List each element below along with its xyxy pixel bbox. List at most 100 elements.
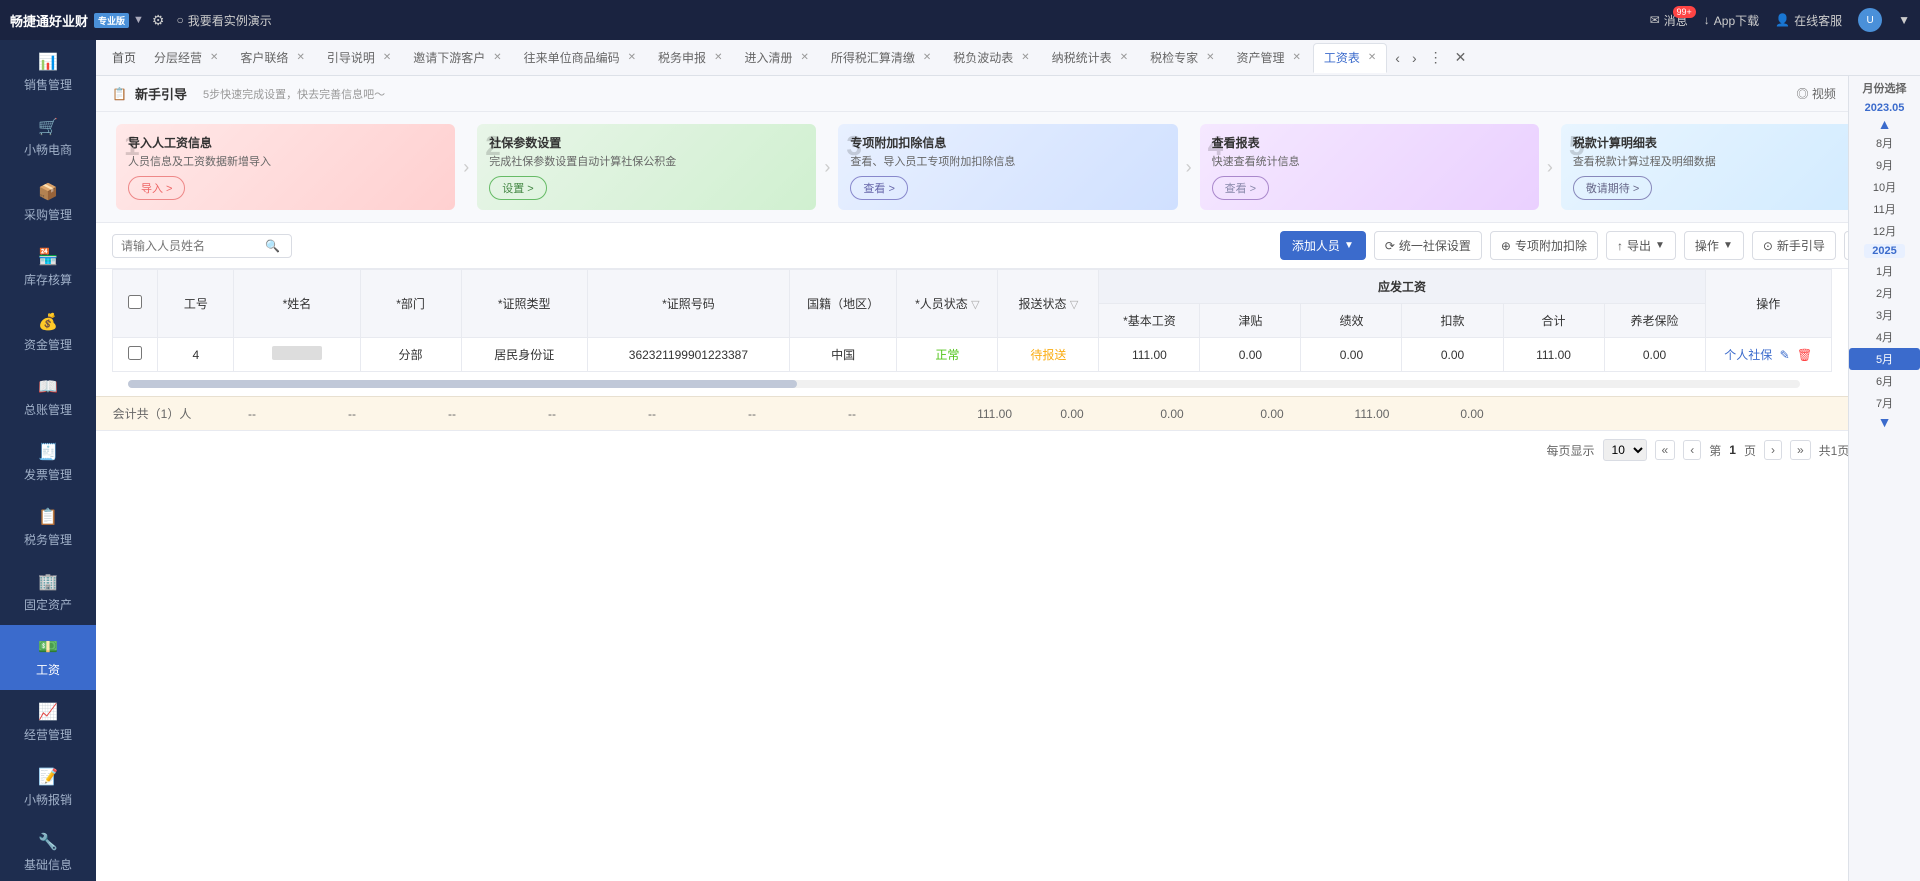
tab-tax-exempt[interactable]: 税负波动表 ✕ <box>943 43 1039 73</box>
horizontal-scrollbar[interactable] <box>128 380 1800 388</box>
sidebar-item-operation[interactable]: 📈 经营管理 <box>0 690 96 755</box>
close-tab-asset[interactable]: ✕ <box>1293 52 1301 63</box>
sidebar-item-invoice[interactable]: 🧾 发票管理 <box>0 430 96 495</box>
page-last-button[interactable]: » <box>1790 440 1811 460</box>
add-staff-button[interactable]: 添加人员 ▼ <box>1280 231 1366 260</box>
tab-prev-button[interactable]: ‹ <box>1389 48 1406 68</box>
select-all-checkbox[interactable] <box>128 295 142 309</box>
account-dropdown[interactable]: ▼ <box>133 14 144 26</box>
close-tab-customer[interactable]: ✕ <box>296 52 304 63</box>
sidebar-item-sales[interactable]: 📊 销售管理 <box>0 40 96 105</box>
tab-partition[interactable]: 分层经营 ✕ <box>144 43 228 73</box>
close-tab-tax-expert[interactable]: ✕ <box>1206 52 1214 63</box>
month-8[interactable]: 8月 <box>1849 132 1920 154</box>
sidebar-item-ecommerce[interactable]: 🛒 小畅电商 <box>0 105 96 170</box>
unified-social-button[interactable]: ⟳ 统一社保设置 <box>1374 231 1482 260</box>
delete-icon[interactable]: 🗑 <box>1797 348 1812 362</box>
tab-clear[interactable]: 进入清册 ✕ <box>734 43 818 73</box>
row-checkbox[interactable] <box>128 346 142 360</box>
month-3[interactable]: 3月 <box>1849 304 1920 326</box>
page-first-button[interactable]: « <box>1655 440 1676 460</box>
online-service-button[interactable]: 👤 在线客服 <box>1775 12 1842 29</box>
footer-pension-total: 0.00 <box>1432 407 1512 421</box>
send-filter-icon[interactable]: ▽ <box>1070 299 1078 311</box>
month-10[interactable]: 10月 <box>1849 176 1920 198</box>
close-tab-invite[interactable]: ✕ <box>493 52 501 63</box>
month-down-button[interactable]: ▼ <box>1874 414 1896 430</box>
per-page-select[interactable]: 10 20 50 <box>1603 439 1647 461</box>
message-button[interactable]: ✉ 消息 99+ <box>1650 12 1688 29</box>
tab-asset-mgmt[interactable]: 资产管理 ✕ <box>1226 43 1310 73</box>
month-up-button[interactable]: ▲ <box>1874 116 1896 132</box>
personal-social-link[interactable]: 个人社保 <box>1724 348 1772 362</box>
user-name[interactable]: ▼ <box>1898 13 1910 27</box>
close-tab-tax-stat[interactable]: ✕ <box>1120 52 1128 63</box>
footer-dash-2: -- <box>312 407 392 421</box>
edit-icon[interactable]: ✎ <box>1780 348 1790 362</box>
tab-tax-calc[interactable]: 所得税汇算清缴 ✕ <box>821 43 941 73</box>
step-btn-1[interactable]: 导入 > <box>128 176 185 200</box>
sidebar-item-ledger[interactable]: 📖 总账管理 <box>0 365 96 430</box>
close-tab-product[interactable]: ✕ <box>628 52 636 63</box>
operations-button[interactable]: 操作 ▼ <box>1684 231 1744 260</box>
tab-tax-declare[interactable]: 税务申报 ✕ <box>648 43 732 73</box>
sync-icon: ⟳ <box>1385 239 1395 253</box>
page-next-button[interactable]: › <box>1764 440 1782 460</box>
sidebar-item-inventory[interactable]: 🏪 库存核算 <box>0 235 96 300</box>
tab-guide[interactable]: 引导说明 ✕ <box>317 43 401 73</box>
sidebar-item-salary[interactable]: 💵 工资 <box>0 625 96 690</box>
step-btn-5[interactable]: 敬请期待 > <box>1573 176 1652 200</box>
search-icon[interactable]: 🔍 <box>265 239 280 253</box>
th-allowance: 津贴 <box>1200 304 1301 338</box>
tab-next-button[interactable]: › <box>1406 48 1423 68</box>
newguide-button[interactable]: ⊙ 新手引导 <box>1752 231 1836 260</box>
close-tab-tax-declare[interactable]: ✕ <box>714 52 722 63</box>
step-btn-4[interactable]: 查看 > <box>1212 176 1269 200</box>
export-button[interactable]: ↑ 导出 ▼ <box>1606 231 1676 260</box>
close-tab-salary[interactable]: ✕ <box>1368 52 1376 63</box>
month-11[interactable]: 11月 <box>1849 198 1920 220</box>
sidebar-item-fixed[interactable]: 🏢 固定资产 <box>0 560 96 625</box>
sidebar-item-report[interactable]: 📝 小畅报销 <box>0 755 96 820</box>
tab-tax-stat[interactable]: 纳税统计表 ✕ <box>1042 43 1138 73</box>
sidebar-item-base[interactable]: 🔧 基础信息 <box>0 820 96 881</box>
close-tab-guide[interactable]: ✕ <box>383 52 391 63</box>
sidebar-item-tax[interactable]: 📋 税务管理 <box>0 495 96 560</box>
tab-close-all-button[interactable]: ✕ <box>1449 47 1473 68</box>
guide-video-link[interactable]: ◎ 视频 <box>1797 85 1836 102</box>
tab-invite[interactable]: 邀请下游客户 ✕ <box>403 43 511 73</box>
month-1[interactable]: 1月 <box>1849 260 1920 282</box>
search-input[interactable] <box>121 239 261 253</box>
step-btn-3[interactable]: 查看 > <box>850 176 907 200</box>
tab-more-button[interactable]: ⋮ <box>1423 47 1449 68</box>
page-prev-button[interactable]: ‹ <box>1683 440 1701 460</box>
close-tab-clear[interactable]: ✕ <box>800 52 808 63</box>
month-5[interactable]: 5月 <box>1849 348 1920 370</box>
tab-salary-table[interactable]: 工资表 ✕ <box>1313 43 1387 73</box>
status-filter-icon[interactable]: ▽ <box>971 299 979 311</box>
demo-link[interactable]: ○ 我要看实例演示 <box>176 12 271 29</box>
app-download-button[interactable]: ↓ App下载 <box>1704 12 1759 29</box>
step-btn-2[interactable]: 设置 > <box>489 176 546 200</box>
close-tab-tax-calc[interactable]: ✕ <box>923 52 931 63</box>
month-6[interactable]: 6月 <box>1849 370 1920 392</box>
close-tab-partition[interactable]: ✕ <box>210 52 218 63</box>
month-7[interactable]: 7月 <box>1849 392 1920 414</box>
tab-customer[interactable]: 客户联络 ✕ <box>230 43 314 73</box>
month-4[interactable]: 4月 <box>1849 326 1920 348</box>
sidebar-item-capital[interactable]: 💰 资金管理 <box>0 300 96 365</box>
month-12[interactable]: 12月 <box>1849 220 1920 242</box>
sidebar-item-purchase[interactable]: 📦 采购管理 <box>0 170 96 235</box>
current-page: 1 <box>1729 443 1736 457</box>
tab-home[interactable]: 首页 <box>104 45 144 70</box>
step-title-3: 专项附加扣除信息 <box>850 134 1165 151</box>
month-2[interactable]: 2月 <box>1849 282 1920 304</box>
close-tab-tax-exempt[interactable]: ✕ <box>1021 52 1029 63</box>
special-deduct-button[interactable]: ⊕ 专项附加扣除 <box>1490 231 1598 260</box>
user-avatar[interactable]: U <box>1858 8 1882 32</box>
row-name <box>234 338 360 372</box>
tab-product-code[interactable]: 往来单位商品编码 ✕ <box>514 43 646 73</box>
month-9[interactable]: 9月 <box>1849 154 1920 176</box>
tab-tax-expert[interactable]: 税检专家 ✕ <box>1140 43 1224 73</box>
settings-icon[interactable]: ⚙ <box>152 12 165 29</box>
